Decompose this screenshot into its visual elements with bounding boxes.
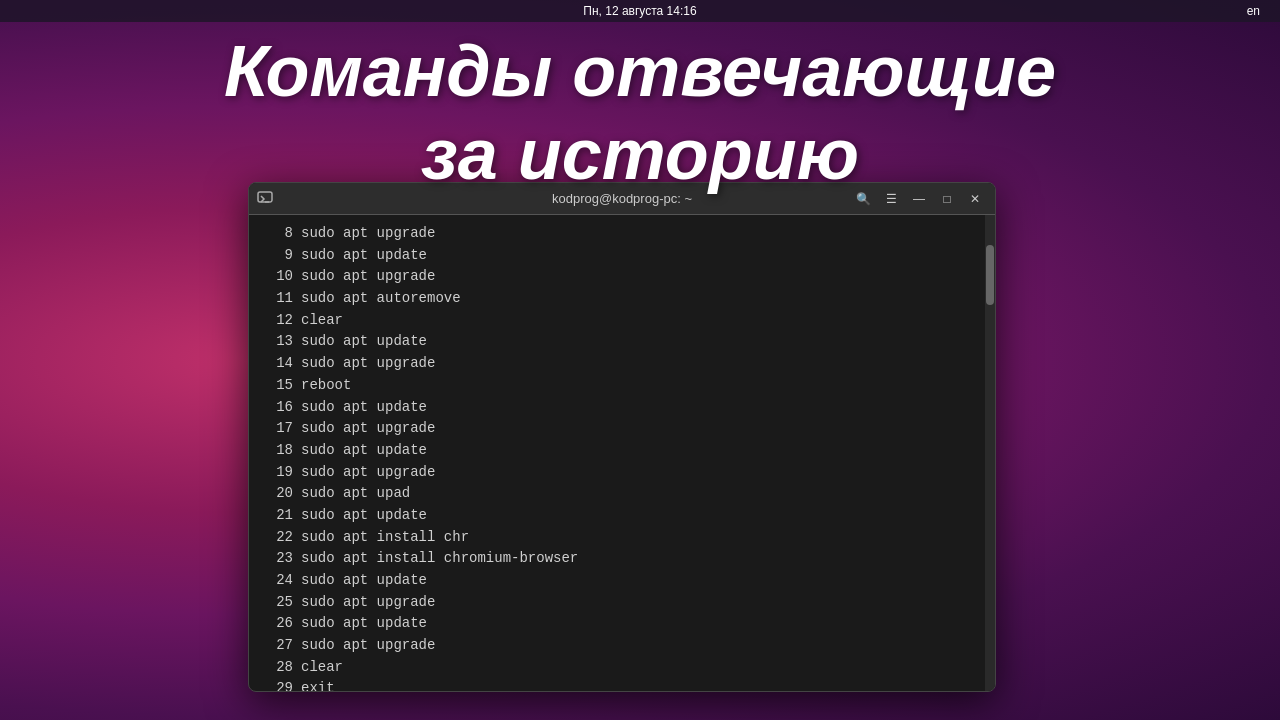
- command-text: sudo apt autoremove: [301, 288, 461, 310]
- line-number: 27: [261, 635, 301, 657]
- line-number: 21: [261, 505, 301, 527]
- command-text: sudo apt upgrade: [301, 418, 435, 440]
- command-text: sudo apt install chromium-browser: [301, 548, 578, 570]
- list-item: 16sudo apt update: [261, 397, 983, 419]
- list-item: 18sudo apt update: [261, 440, 983, 462]
- line-number: 14: [261, 353, 301, 375]
- line-number: 17: [261, 418, 301, 440]
- list-item: 8sudo apt upgrade: [261, 223, 983, 245]
- line-number: 8: [261, 223, 301, 245]
- terminal-window: kodprog@kodprog-pc: ~ 🔍 ☰ — □ ✕ 8sudo ap…: [248, 182, 996, 692]
- command-text: sudo apt update: [301, 331, 427, 353]
- list-item: 25sudo apt upgrade: [261, 592, 983, 614]
- line-number: 25: [261, 592, 301, 614]
- command-text: sudo apt update: [301, 440, 427, 462]
- line-number: 23: [261, 548, 301, 570]
- command-text: sudo apt update: [301, 397, 427, 419]
- list-item: 19sudo apt upgrade: [261, 462, 983, 484]
- list-item: 15reboot: [261, 375, 983, 397]
- command-text: sudo apt upgrade: [301, 223, 435, 245]
- scrollbar-thumb[interactable]: [986, 245, 994, 305]
- command-text: sudo apt update: [301, 613, 427, 635]
- line-number: 20: [261, 483, 301, 505]
- line-number: 22: [261, 527, 301, 549]
- line-number: 28: [261, 657, 301, 679]
- list-item: 17sudo apt upgrade: [261, 418, 983, 440]
- command-text: clear: [301, 310, 343, 332]
- command-text: sudo apt update: [301, 570, 427, 592]
- command-text: sudo apt upgrade: [301, 635, 435, 657]
- line-number: 18: [261, 440, 301, 462]
- command-text: exit: [301, 678, 335, 691]
- line-number: 10: [261, 266, 301, 288]
- list-item: 20sudo apt upad: [261, 483, 983, 505]
- command-text: sudo apt upad: [301, 483, 410, 505]
- command-text: sudo apt update: [301, 245, 427, 267]
- list-item: 9sudo apt update: [261, 245, 983, 267]
- command-text: sudo apt update: [301, 505, 427, 527]
- list-item: 21sudo apt update: [261, 505, 983, 527]
- command-text: sudo apt install chr: [301, 527, 469, 549]
- taskbar: Пн, 12 августа 14:16 en: [0, 0, 1280, 22]
- list-item: 22sudo apt install chr: [261, 527, 983, 549]
- list-item: 10sudo apt upgrade: [261, 266, 983, 288]
- list-item: 11sudo apt autoremove: [261, 288, 983, 310]
- line-number: 15: [261, 375, 301, 397]
- line-number: 16: [261, 397, 301, 419]
- list-item: 14sudo apt upgrade: [261, 353, 983, 375]
- command-text: sudo apt upgrade: [301, 353, 435, 375]
- command-list: 8sudo apt upgrade9sudo apt update10sudo …: [261, 223, 983, 691]
- command-text: reboot: [301, 375, 351, 397]
- line-number: 9: [261, 245, 301, 267]
- list-item: 13sudo apt update: [261, 331, 983, 353]
- command-text: sudo apt upgrade: [301, 266, 435, 288]
- line-number: 12: [261, 310, 301, 332]
- line-number: 24: [261, 570, 301, 592]
- list-item: 12clear: [261, 310, 983, 332]
- terminal-content: 8sudo apt upgrade9sudo apt update10sudo …: [249, 215, 995, 691]
- overlay-title: Команды отвечающие за историю: [0, 30, 1280, 196]
- line-number: 26: [261, 613, 301, 635]
- line-number: 13: [261, 331, 301, 353]
- list-item: 27sudo apt upgrade: [261, 635, 983, 657]
- list-item: 26sudo apt update: [261, 613, 983, 635]
- command-text: clear: [301, 657, 343, 679]
- line-number: 19: [261, 462, 301, 484]
- list-item: 24sudo apt update: [261, 570, 983, 592]
- list-item: 28clear: [261, 657, 983, 679]
- list-item: 29exit: [261, 678, 983, 691]
- taskbar-time: Пн, 12 августа 14:16: [583, 4, 696, 18]
- scrollbar[interactable]: [985, 215, 995, 691]
- line-number: 29: [261, 678, 301, 691]
- command-text: sudo apt upgrade: [301, 462, 435, 484]
- title-line1: Команды отвечающие за историю: [0, 30, 1280, 196]
- taskbar-lang: en: [1247, 4, 1260, 18]
- list-item: 23sudo apt install chromium-browser: [261, 548, 983, 570]
- line-number: 11: [261, 288, 301, 310]
- command-text: sudo apt upgrade: [301, 592, 435, 614]
